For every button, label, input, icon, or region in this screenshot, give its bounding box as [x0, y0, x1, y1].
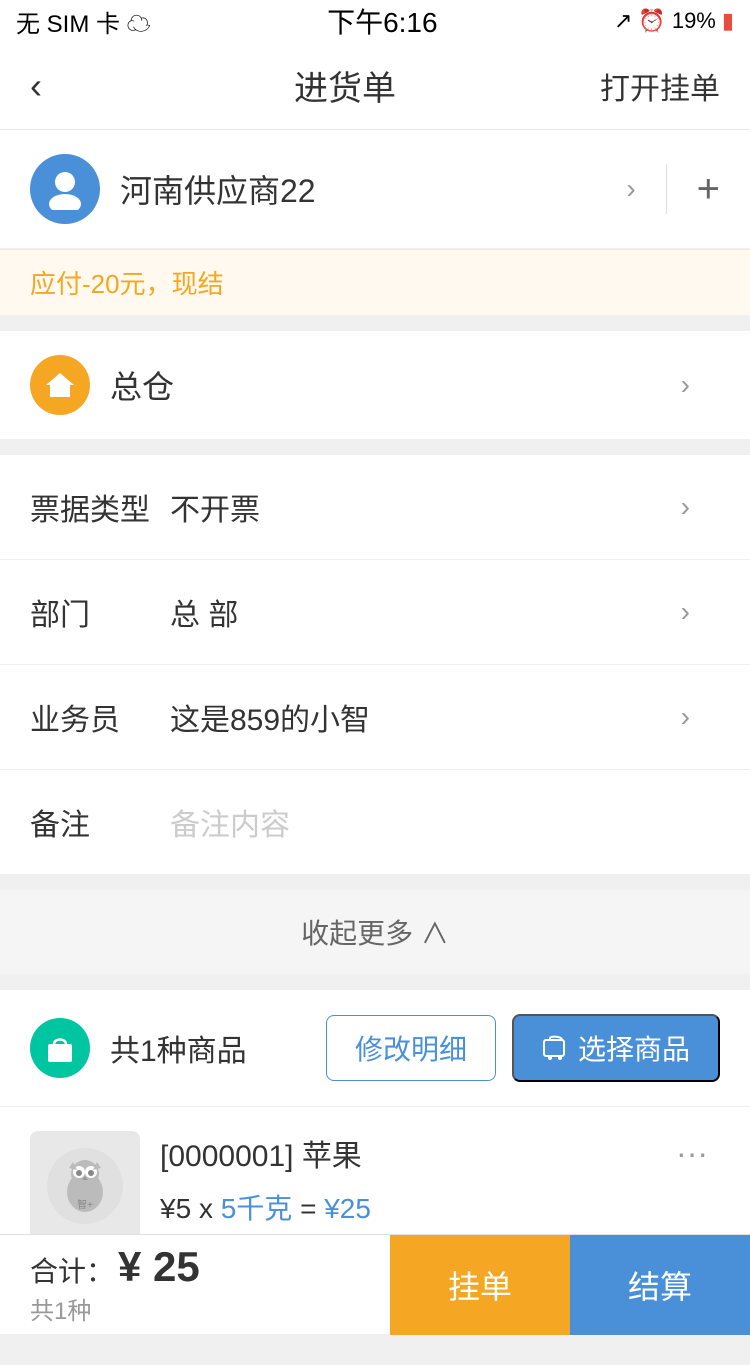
- product-thumbnail: 智+: [30, 1131, 140, 1241]
- product-code: [0000001]: [160, 1140, 293, 1173]
- house-icon: [44, 369, 76, 401]
- collapse-row[interactable]: 收起更多 ∧: [0, 890, 750, 974]
- dept-value: 总 部: [150, 590, 681, 634]
- location-icon: ↗: [614, 8, 632, 34]
- total-amount: ¥ 25: [118, 1243, 200, 1291]
- dept-row[interactable]: 部门 总 部 ›: [0, 560, 750, 665]
- select-product-label: 选择商品: [578, 1028, 690, 1068]
- total-section: 合计： ¥ 25 共1种: [0, 1243, 390, 1326]
- notice-bar: 应付-20元，现结: [0, 249, 750, 315]
- product-section: 共1种商品 修改明细 选择商品: [0, 990, 750, 1265]
- bag-icon: [42, 1030, 78, 1066]
- product-name: [0000001] 苹果: [160, 1131, 664, 1175]
- unit-price: ¥5: [160, 1193, 191, 1224]
- invoice-chevron-icon: ›: [681, 491, 690, 523]
- product-count: 共1种商品: [110, 1026, 326, 1070]
- remark-input[interactable]: 备注内容: [150, 800, 720, 844]
- product-icon: [30, 1018, 90, 1078]
- supplier-name: 河南供应商22: [120, 166, 626, 212]
- multiply-sign: x: [199, 1193, 221, 1224]
- warehouse-chevron-icon: ›: [681, 369, 690, 401]
- warehouse-name: 总仓: [110, 362, 681, 408]
- status-bar: 无 SIM 卡 ☁ 下午6:16 ↗ ⏰ 19% ▮: [0, 0, 750, 42]
- product-header: 共1种商品 修改明细 选择商品: [0, 990, 750, 1107]
- remark-label: 备注: [30, 800, 150, 844]
- page-title: 进货单: [294, 61, 396, 110]
- back-button[interactable]: ‹: [30, 65, 90, 107]
- quantity: 5千克: [221, 1193, 293, 1224]
- remark-row[interactable]: 备注 备注内容: [0, 770, 750, 874]
- battery-icon: ▮: [722, 8, 734, 34]
- battery-level: 19%: [672, 8, 716, 34]
- staff-label: 业务员: [30, 695, 150, 739]
- product-image: 智+: [45, 1146, 125, 1226]
- invoice-value: 不开票: [150, 485, 681, 529]
- bottom-bar: 合计： ¥ 25 共1种 挂单 结算: [0, 1234, 750, 1334]
- person-icon: [44, 168, 86, 210]
- open-hang-button[interactable]: 打开挂单: [600, 64, 720, 108]
- settle-button[interactable]: 结算: [570, 1235, 750, 1335]
- status-right: ↗ ⏰ 19% ▮: [614, 8, 734, 34]
- supplier-row[interactable]: 河南供应商22 › +: [0, 130, 750, 249]
- product-info: [0000001] 苹果 ¥5 x 5千克 = ¥25: [160, 1131, 664, 1227]
- collapse-label: 收起更多 ∧: [301, 912, 449, 952]
- product-price: ¥5 x 5千克 = ¥25: [160, 1187, 664, 1227]
- total-label: 合计：: [30, 1250, 114, 1290]
- select-product-button[interactable]: 选择商品: [512, 1014, 720, 1082]
- hang-button[interactable]: 挂单: [390, 1235, 570, 1335]
- more-options-button[interactable]: ···: [664, 1131, 720, 1176]
- warehouse-icon: [30, 355, 90, 415]
- supplier-chevron-icon: ›: [626, 173, 635, 205]
- sim-status: 无 SIM 卡 ☁: [16, 4, 151, 39]
- supplier-avatar: [30, 154, 100, 224]
- edit-detail-button[interactable]: 修改明细: [326, 1015, 496, 1081]
- vertical-divider: [666, 164, 667, 214]
- main-content: 河南供应商22 › + 应付-20元，现结 总仓 › 票据类型 不开票 › 部门…: [0, 130, 750, 1365]
- dept-label: 部门: [30, 590, 150, 634]
- product-title: 苹果: [302, 1140, 362, 1173]
- status-time: 下午6:16: [327, 1, 438, 41]
- staff-value: 这是859的小智: [150, 695, 681, 739]
- cart-icon: [542, 1034, 570, 1062]
- invoice-label: 票据类型: [30, 485, 150, 529]
- equals-sign: =: [300, 1193, 324, 1224]
- supplier-card: 河南供应商22 › + 应付-20元，现结: [0, 130, 750, 315]
- form-section: 票据类型 不开票 › 部门 总 部 › 业务员 这是859的小智 › 备注 备注…: [0, 455, 750, 874]
- add-supplier-button[interactable]: +: [697, 167, 720, 212]
- invoice-row[interactable]: 票据类型 不开票 ›: [0, 455, 750, 560]
- dept-chevron-icon: ›: [681, 596, 690, 628]
- staff-chevron-icon: ›: [681, 701, 690, 733]
- status-left: 无 SIM 卡 ☁: [16, 4, 151, 39]
- staff-row[interactable]: 业务员 这是859的小智 ›: [0, 665, 750, 770]
- svg-text:智+: 智+: [77, 1198, 93, 1211]
- subtotal: ¥25: [324, 1193, 371, 1224]
- alarm-icon: ⏰: [638, 8, 665, 34]
- nav-bar: ‹ 进货单 打开挂单: [0, 42, 750, 130]
- warehouse-row[interactable]: 总仓 ›: [0, 331, 750, 439]
- total-count: 共1种: [30, 1291, 360, 1326]
